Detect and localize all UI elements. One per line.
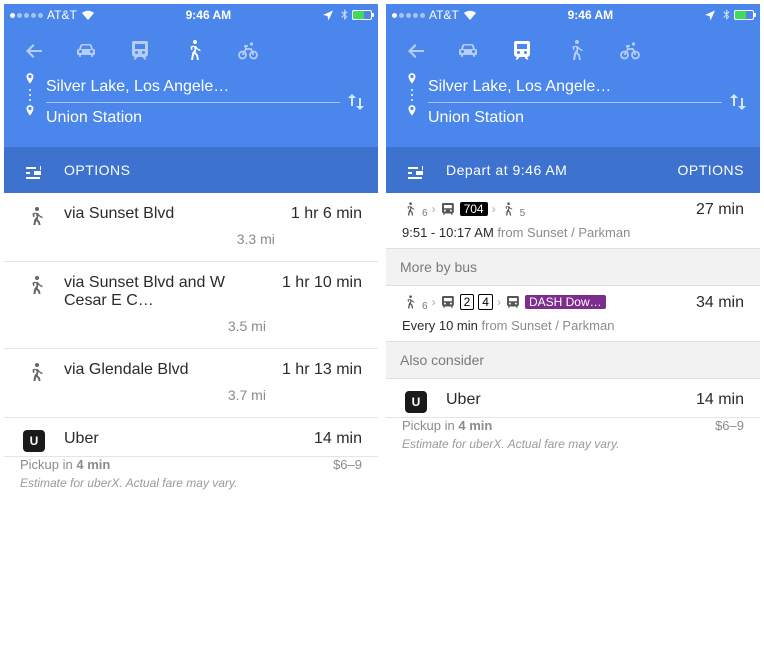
phone-transit: AT&T 9:46 AM xyxy=(386,4,760,502)
chevron-right-icon: › xyxy=(492,202,496,216)
walk-icon xyxy=(24,205,44,225)
options-bar: OPTIONS xyxy=(4,147,378,193)
signal-dots xyxy=(10,13,43,18)
uber-duration: 14 min xyxy=(314,430,362,452)
walk-icon xyxy=(402,294,418,310)
location-icon xyxy=(704,9,716,21)
carrier-label: AT&T xyxy=(429,8,459,22)
clock-label: 9:46 AM xyxy=(568,8,614,22)
tune-icon[interactable] xyxy=(4,161,60,179)
options-button[interactable]: OPTIONS xyxy=(677,162,760,178)
phone-walking: AT&T 9:46 AM xyxy=(4,4,378,502)
bus-icon xyxy=(440,201,456,217)
route-via: via Sunset Blvd and W Cesar E C… xyxy=(64,274,266,310)
uber-title: Uber xyxy=(446,391,680,413)
bus-icon xyxy=(440,294,456,310)
transit-from: from Sunset / Parkman xyxy=(482,318,615,333)
transit-duration: 27 min xyxy=(696,201,744,240)
mode-transit-icon[interactable] xyxy=(128,38,152,62)
route-duration: 1 hr 6 min xyxy=(291,205,362,222)
destination-field[interactable]: Union Station xyxy=(46,103,340,133)
route-via: via Sunset Blvd xyxy=(64,205,275,223)
uber-logo-icon: U xyxy=(23,430,45,452)
route-distance: 3.5 mi xyxy=(64,318,266,334)
mode-walk-icon[interactable] xyxy=(564,38,588,62)
bus-line-badge: 704 xyxy=(460,202,488,216)
mode-car-icon[interactable] xyxy=(456,38,480,62)
walk-route-row[interactable]: via Glendale Blvd 3.7 mi 1 hr 13 min xyxy=(4,349,378,418)
route-marker-column xyxy=(14,72,46,133)
mode-walk-icon[interactable] xyxy=(182,38,206,62)
chevron-right-icon: › xyxy=(432,202,436,216)
transit-route-row[interactable]: 6 › 2 4 › DASH Dow… Every 10 min from Su… xyxy=(386,286,760,341)
wifi-icon xyxy=(81,9,95,21)
transit-route-row[interactable]: 6 › 704 › 5 9:51 - 10:17 AM from Sunset … xyxy=(386,193,760,248)
walk-route-row[interactable]: via Sunset Blvd 3.3 mi 1 hr 6 min xyxy=(4,193,378,262)
route-duration: 1 hr 10 min xyxy=(282,274,362,291)
origin-field[interactable]: Silver Lake, Los Angele… xyxy=(428,72,722,103)
bus-line-badge: 4 xyxy=(478,294,493,310)
signal-dots xyxy=(392,13,425,18)
walk-icon xyxy=(402,201,418,217)
uber-row[interactable]: U Uber 14 min xyxy=(4,418,378,457)
options-bar: Depart at 9:46 AM OPTIONS xyxy=(386,147,760,193)
route-via: via Glendale Blvd xyxy=(64,361,266,379)
options-button[interactable]: OPTIONS xyxy=(60,162,378,178)
mode-car-icon[interactable] xyxy=(74,38,98,62)
wifi-icon xyxy=(463,9,477,21)
chevron-right-icon: › xyxy=(432,295,436,309)
section-header-more-bus: More by bus xyxy=(386,248,760,286)
directions-header: Silver Lake, Los Angele… Union Station xyxy=(386,26,760,147)
transit-from: from Sunset / Parkman xyxy=(497,225,630,240)
mode-bike-icon[interactable] xyxy=(236,38,260,62)
directions-header: Silver Lake, Los Angele… Union Station xyxy=(4,26,378,147)
uber-title: Uber xyxy=(64,430,298,452)
status-bar: AT&T 9:46 AM xyxy=(386,4,760,26)
route-distance: 3.7 mi xyxy=(64,387,266,403)
origin-field[interactable]: Silver Lake, Los Angele… xyxy=(46,72,340,103)
walk-icon xyxy=(24,274,44,294)
bus-icon xyxy=(505,294,521,310)
route-duration: 1 hr 13 min xyxy=(282,361,362,378)
status-bar: AT&T 9:46 AM xyxy=(4,4,378,26)
swap-icon[interactable] xyxy=(344,90,364,115)
bluetooth-icon xyxy=(338,8,348,22)
uber-fare: $6–9 xyxy=(333,457,362,472)
battery-icon xyxy=(352,10,372,20)
mode-bike-icon[interactable] xyxy=(618,38,642,62)
swap-icon[interactable] xyxy=(726,90,746,115)
depart-time-button[interactable]: Depart at 9:46 AM xyxy=(442,162,677,178)
tune-icon[interactable] xyxy=(386,161,442,179)
carrier-label: AT&T xyxy=(47,8,77,22)
back-icon[interactable] xyxy=(404,39,426,61)
transit-duration: 34 min xyxy=(696,294,744,333)
transit-window: 9:51 - 10:17 AM xyxy=(402,225,494,240)
mode-transit-icon[interactable] xyxy=(510,38,534,62)
back-icon[interactable] xyxy=(22,39,44,61)
bluetooth-icon xyxy=(720,8,730,22)
section-header-also-consider: Also consider xyxy=(386,341,760,379)
route-marker-column xyxy=(396,72,428,133)
destination-field[interactable]: Union Station xyxy=(428,103,722,133)
uber-disclaimer: Estimate for uberX. Actual fare may vary… xyxy=(386,437,760,463)
location-icon xyxy=(322,9,334,21)
uber-row[interactable]: U Uber 14 min xyxy=(386,379,760,418)
battery-icon xyxy=(734,10,754,20)
walk-icon xyxy=(24,361,44,381)
uber-duration: 14 min xyxy=(696,391,744,413)
chevron-right-icon: › xyxy=(497,295,501,309)
bus-line-badge: DASH Dow… xyxy=(525,295,606,309)
route-distance: 3.3 mi xyxy=(64,231,275,247)
walk-icon xyxy=(500,201,516,217)
uber-pickup: Pickup in 4 min xyxy=(402,418,492,433)
clock-label: 9:46 AM xyxy=(186,8,232,22)
bus-line-badge: 2 xyxy=(460,294,475,310)
uber-logo-icon: U xyxy=(405,391,427,413)
uber-disclaimer: Estimate for uberX. Actual fare may vary… xyxy=(4,476,378,502)
walk-route-row[interactable]: via Sunset Blvd and W Cesar E C… 3.5 mi … xyxy=(4,262,378,349)
uber-pickup: Pickup in 4 min xyxy=(20,457,110,472)
transit-frequency: Every 10 min xyxy=(402,318,478,333)
uber-fare: $6–9 xyxy=(715,418,744,433)
